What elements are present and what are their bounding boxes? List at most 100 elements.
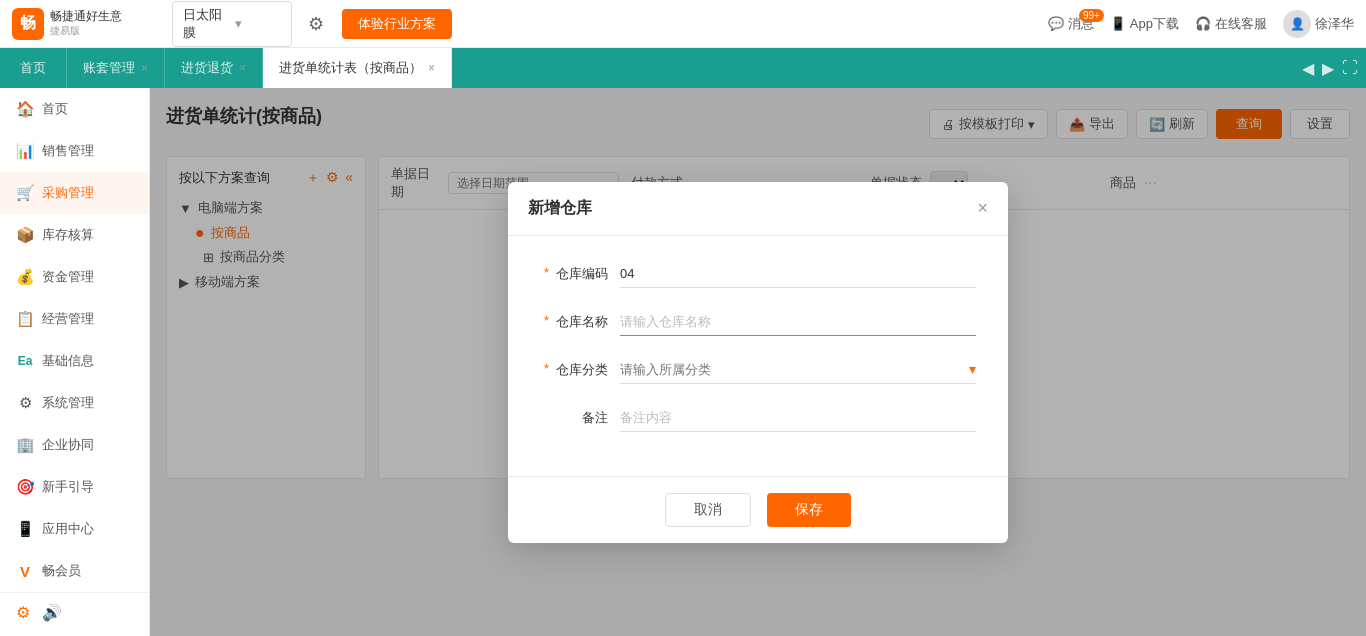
category-select-wrap: ▾ (620, 356, 976, 384)
sidebar-item-operations[interactable]: 📋 经营管理 (0, 298, 149, 340)
app-download-label: App下载 (1130, 15, 1179, 33)
sidebar-label-finance: 资金管理 (42, 268, 94, 286)
online-service-item[interactable]: 🎧 在线客服 (1195, 15, 1267, 33)
logo-icon: 畅 (12, 8, 44, 40)
sidebar-item-sales[interactable]: 📊 销售管理 (0, 130, 149, 172)
topbar: 畅 畅捷通好生意 捷易版 日太阳膜 ▾ ⚙ 体验行业方案 💬 消息 99+ 📱 … (0, 0, 1366, 48)
tab-purchase-return[interactable]: 进货退货 × (165, 48, 263, 88)
inventory-icon: 📦 (16, 226, 34, 244)
sidebar-label-guide: 新手引导 (42, 478, 94, 496)
sidebar-label-home: 首页 (42, 100, 68, 118)
app-sub: 捷易版 (50, 24, 122, 38)
sidebar-label-apps: 应用中心 (42, 520, 94, 538)
sidebar-label-sales: 销售管理 (42, 142, 94, 160)
apps-icon: 📱 (16, 520, 34, 538)
sidebar-item-inventory[interactable]: 📦 库存核算 (0, 214, 149, 256)
form-row-category: 仓库分类 ▾ (540, 356, 976, 384)
sidebar-label-system: 系统管理 (42, 394, 94, 412)
sidebar-item-apps[interactable]: 📱 应用中心 (0, 508, 149, 550)
tab-home-label: 首页 (20, 59, 46, 77)
tab-purchase-stats-label: 进货单统计表（按商品） (279, 59, 422, 77)
modal-body: 仓库编码 仓库名称 仓库分类 ▾ (508, 236, 1008, 476)
sidebar-label-operations: 经营管理 (42, 310, 94, 328)
headset-icon: 🎧 (1195, 16, 1211, 31)
sales-icon: 📊 (16, 142, 34, 160)
main-layout: 🏠 首页 📊 销售管理 🛒 采购管理 📦 库存核算 💰 资金管理 📋 经营管理 … (0, 88, 1366, 636)
app-download-item[interactable]: 📱 App下载 (1110, 15, 1179, 33)
cancel-button[interactable]: 取消 (665, 493, 751, 527)
save-button[interactable]: 保存 (767, 493, 851, 527)
sidebar-label-vip: 畅会员 (42, 562, 81, 580)
sidebar-label-inventory: 库存核算 (42, 226, 94, 244)
system-icon: ⚙ (16, 394, 34, 412)
modal-add-warehouse: 新增仓库 × 仓库编码 仓库名称 仓库分类 (508, 182, 1008, 543)
message-badge: 99+ (1079, 9, 1104, 22)
tab-purchase-stats[interactable]: 进货单统计表（按商品） × (263, 48, 452, 88)
content-area: 进货单统计(按商品) 🖨 按模板打印 ▾ 📤 导出 🔄 刷新 查询 设置 (150, 88, 1366, 636)
enterprise-icon: 🏢 (16, 436, 34, 454)
gear-button[interactable]: ⚙ (300, 8, 332, 40)
modal-close-button[interactable]: × (977, 198, 988, 219)
sidebar-item-system[interactable]: ⚙ 系统管理 (0, 382, 149, 424)
message-icon: 💬 (1048, 16, 1064, 31)
trial-button[interactable]: 体验行业方案 (342, 9, 452, 39)
tab-accounts[interactable]: 账套管理 × (67, 48, 165, 88)
form-row-name: 仓库名称 (540, 308, 976, 336)
message-item[interactable]: 💬 消息 99+ (1048, 15, 1094, 33)
category-input[interactable] (620, 356, 969, 383)
modal-overlay: 新增仓库 × 仓库编码 仓库名称 仓库分类 (150, 88, 1366, 636)
category-label: 仓库分类 (540, 361, 620, 379)
purchase-icon: 🛒 (16, 184, 34, 202)
remark-label: 备注 (540, 409, 620, 427)
code-label: 仓库编码 (540, 265, 620, 283)
tab-purchase-stats-close[interactable]: × (428, 61, 435, 75)
sidebar-label-purchase: 采购管理 (42, 184, 94, 202)
store-dropdown-arrow: ▾ (235, 16, 281, 31)
app-icon: 📱 (1110, 16, 1126, 31)
tabbar: 首页 账套管理 × 进货退货 × 进货单统计表（按商品） × ◀ ▶ ⛶ (0, 48, 1366, 88)
tabbar-prev-icon[interactable]: ◀ (1302, 59, 1314, 78)
name-input[interactable] (620, 308, 976, 336)
sidebar-label-basic: 基础信息 (42, 352, 94, 370)
home-icon: 🏠 (16, 100, 34, 118)
username-label: 徐泽华 (1315, 15, 1354, 33)
finance-icon: 💰 (16, 268, 34, 286)
avatar: 👤 (1283, 10, 1311, 38)
tabbar-expand-icon[interactable]: ⛶ (1342, 59, 1358, 77)
sidebar-item-finance[interactable]: 💰 资金管理 (0, 256, 149, 298)
sidebar-item-purchase[interactable]: 🛒 采购管理 (0, 172, 149, 214)
user-item[interactable]: 👤 徐泽华 (1283, 10, 1354, 38)
sidebar-settings-icon[interactable]: ⚙ (16, 603, 30, 622)
store-name: 日太阳膜 (183, 6, 229, 42)
sidebar-item-enterprise[interactable]: 🏢 企业协同 (0, 424, 149, 466)
vip-icon: V (16, 562, 34, 580)
tab-purchase-return-label: 进货退货 (181, 59, 233, 77)
guide-icon: 🎯 (16, 478, 34, 496)
sidebar-sound-icon[interactable]: 🔊 (42, 603, 62, 622)
code-input[interactable] (620, 260, 976, 288)
topbar-right: 💬 消息 99+ 📱 App下载 🎧 在线客服 👤 徐泽华 (1048, 10, 1354, 38)
tab-home[interactable]: 首页 (0, 48, 67, 88)
remark-input[interactable] (620, 404, 976, 432)
form-row-remark: 备注 (540, 404, 976, 432)
name-label: 仓库名称 (540, 313, 620, 331)
sidebar-item-basic[interactable]: Ea 基础信息 (0, 340, 149, 382)
sidebar-item-home[interactable]: 🏠 首页 (0, 88, 149, 130)
basic-icon: Ea (16, 352, 34, 370)
modal-header: 新增仓库 × (508, 182, 1008, 236)
sidebar-label-enterprise: 企业协同 (42, 436, 94, 454)
store-selector[interactable]: 日太阳膜 ▾ (172, 1, 292, 47)
sidebar-item-vip[interactable]: V 畅会员 (0, 550, 149, 592)
modal-footer: 取消 保存 (508, 476, 1008, 543)
category-dropdown-arrow[interactable]: ▾ (969, 361, 976, 377)
tabbar-next-icon[interactable]: ▶ (1322, 59, 1334, 78)
tab-accounts-close[interactable]: × (141, 61, 148, 75)
modal-title: 新增仓库 (528, 198, 592, 219)
sidebar: 🏠 首页 📊 销售管理 🛒 采购管理 📦 库存核算 💰 资金管理 📋 经营管理 … (0, 88, 150, 636)
tab-accounts-label: 账套管理 (83, 59, 135, 77)
operations-icon: 📋 (16, 310, 34, 328)
sidebar-item-guide[interactable]: 🎯 新手引导 (0, 466, 149, 508)
form-row-code: 仓库编码 (540, 260, 976, 288)
tab-purchase-return-close[interactable]: × (239, 61, 246, 75)
online-service-label: 在线客服 (1215, 15, 1267, 33)
